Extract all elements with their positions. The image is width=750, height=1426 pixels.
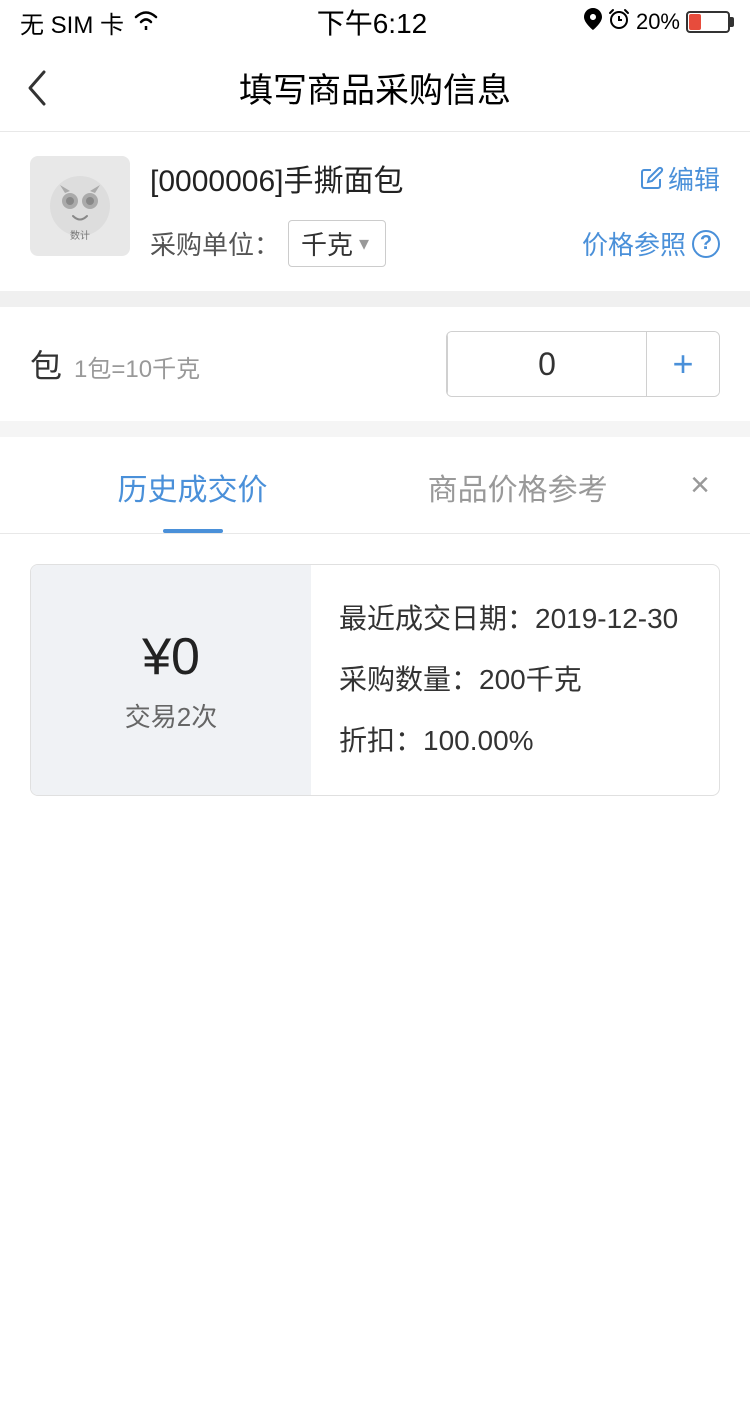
- status-right: 20%: [584, 8, 730, 36]
- purchase-qty-label: 采购数量：: [339, 664, 479, 695]
- price-amount: ¥0: [142, 627, 200, 687]
- unit-value: 千克: [301, 225, 353, 262]
- quantity-plus-button[interactable]: +: [647, 332, 719, 396]
- product-info: [0000006]手撕面包 编辑 采购单位： 千克 ▾ 价格参照 ?: [150, 156, 720, 267]
- discount-value: 100.00%: [423, 725, 534, 756]
- product-thumbnail: 数计: [30, 156, 130, 256]
- quantity-unit: 包: [30, 341, 62, 387]
- discount-row: 折扣：100.00%: [339, 719, 691, 764]
- product-unit-row: 采购单位： 千克 ▾ 价格参照 ?: [150, 220, 720, 267]
- section-divider: [0, 291, 750, 307]
- sim-text: 无 SIM 卡: [20, 5, 124, 40]
- quantity-control: +: [446, 331, 720, 397]
- status-left: 无 SIM 卡: [20, 5, 160, 40]
- svg-text:数计: 数计: [70, 229, 90, 241]
- quantity-row: 包 1包=10千克 +: [0, 307, 750, 421]
- product-name: [0000006]手撕面包: [150, 156, 403, 200]
- status-bar: 无 SIM 卡 下午6:12 20%: [0, 0, 750, 44]
- tabs-header: 历史成交价 商品价格参考 ×: [0, 437, 750, 534]
- question-icon: ?: [692, 230, 720, 258]
- page-title: 填写商品采购信息: [239, 63, 511, 112]
- close-icon: ×: [690, 466, 710, 505]
- tab-close-button[interactable]: ×: [680, 446, 720, 525]
- purchase-qty-value: 200千克: [479, 664, 582, 695]
- price-card: ¥0 交易2次 最近成交日期：2019-12-30 采购数量：200千克 折扣：…: [30, 564, 720, 796]
- dropdown-arrow-icon: ▾: [359, 231, 369, 256]
- edit-button[interactable]: 编辑: [640, 160, 720, 197]
- discount-label: 折扣：: [339, 725, 423, 756]
- recent-date-value: 2019-12-30: [535, 603, 678, 634]
- back-button[interactable]: [24, 68, 48, 108]
- history-content: ¥0 交易2次 最近成交日期：2019-12-30 采购数量：200千克 折扣：…: [0, 534, 750, 826]
- location-icon: [584, 8, 602, 36]
- quantity-conversion: 1包=10千克: [74, 349, 200, 384]
- edit-label: 编辑: [668, 160, 720, 197]
- product-header: [0000006]手撕面包 编辑: [150, 156, 720, 200]
- wifi-icon: [132, 8, 160, 37]
- status-time: 下午6:12: [317, 2, 428, 42]
- unit-label: 采购单位：: [150, 225, 280, 262]
- unit-select[interactable]: 千克 ▾: [288, 220, 386, 267]
- recent-date-row: 最近成交日期：2019-12-30: [339, 597, 691, 642]
- plus-icon: +: [672, 343, 693, 385]
- price-card-left: ¥0 交易2次: [31, 565, 311, 795]
- amount-value: 0: [171, 628, 200, 686]
- battery-percent: 20%: [636, 9, 680, 35]
- nav-bar: 填写商品采购信息: [0, 44, 750, 132]
- purchase-qty-row: 采购数量：200千克: [339, 658, 691, 703]
- battery-icon: [686, 11, 730, 33]
- price-ref-label: 价格参照: [582, 225, 686, 262]
- quantity-label: 包 1包=10千克: [30, 341, 200, 387]
- product-image: 数计: [40, 166, 120, 246]
- tab-history-label: 历史成交价: [118, 474, 268, 507]
- recent-date-label: 最近成交日期：: [339, 603, 535, 634]
- product-card: 数计 [0000006]手撕面包 编辑 采购单位： 千克 ▾: [0, 132, 750, 291]
- price-card-right: 最近成交日期：2019-12-30 采购数量：200千克 折扣：100.00%: [311, 565, 719, 795]
- quantity-input[interactable]: [447, 332, 647, 396]
- currency-symbol: ¥: [142, 628, 171, 686]
- price-reference-button[interactable]: 价格参照 ?: [582, 225, 720, 262]
- bottom-space: [0, 826, 750, 1426]
- transaction-count: 交易2次: [125, 697, 217, 734]
- tab-product-reference[interactable]: 商品价格参考: [355, 437, 680, 533]
- tab-history-price[interactable]: 历史成交价: [30, 437, 355, 533]
- tab-reference-label: 商品价格参考: [428, 474, 608, 507]
- alarm-icon: [608, 8, 630, 36]
- tabs-section: 历史成交价 商品价格参考 × ¥0 交易2次 最近成交日期：2019-12-30…: [0, 437, 750, 826]
